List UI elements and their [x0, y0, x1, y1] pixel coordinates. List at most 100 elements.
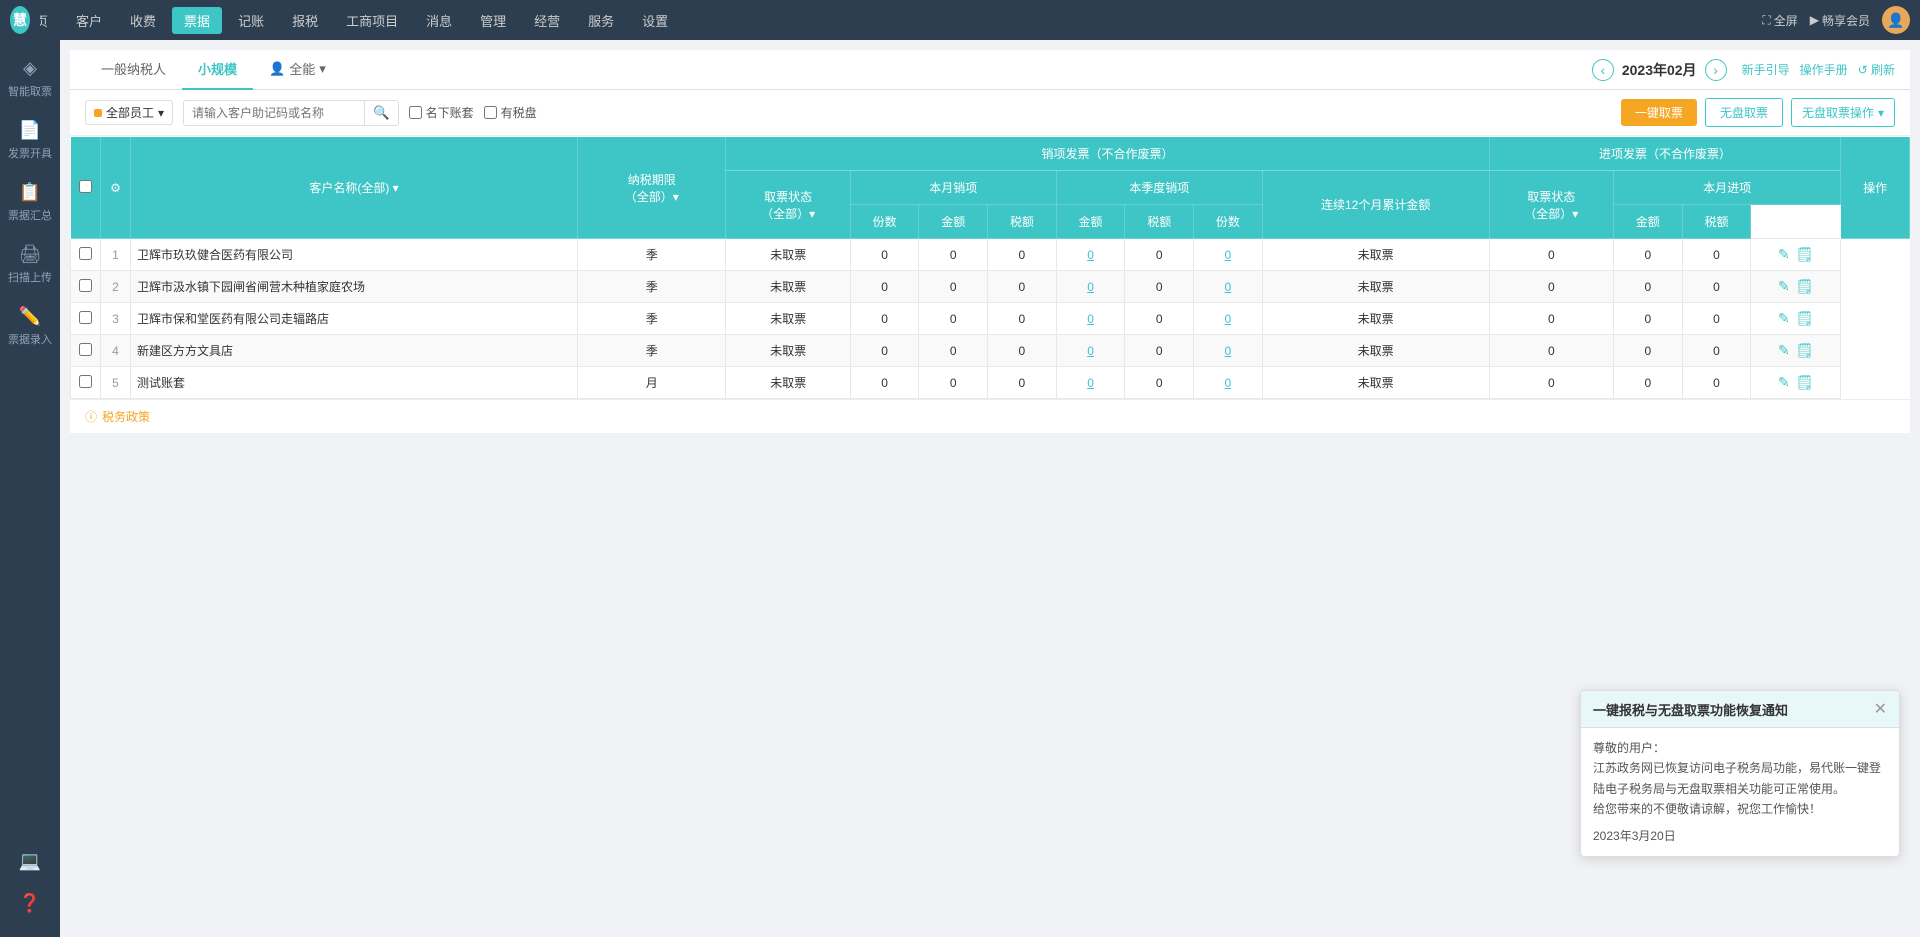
- detail-icon-0[interactable]: 🗒: [1796, 246, 1814, 263]
- nav-item-tax[interactable]: 报税: [280, 7, 330, 34]
- edit-icon-3[interactable]: ✎: [1778, 342, 1790, 359]
- one-key-ticket-button[interactable]: 一键取票: [1621, 99, 1697, 126]
- purchase-status-header[interactable]: 取票状态（全部）▾: [1489, 171, 1613, 239]
- purchase-shares-header: 份数: [1194, 205, 1263, 239]
- row-purchase-tax-3: 0: [1682, 335, 1751, 367]
- row-purchase-tax-2: 0: [1682, 303, 1751, 335]
- customer-name-header[interactable]: 客户名称(全部) ▾: [131, 137, 578, 239]
- this-month-sales-header: 本月销项: [850, 171, 1056, 205]
- edit-icon-4[interactable]: ✎: [1778, 374, 1790, 391]
- row-checkbox-1[interactable]: [71, 271, 101, 303]
- nav-item-customer[interactable]: 客户: [64, 7, 114, 34]
- row-purchase-shares-1: 0: [1489, 271, 1613, 303]
- detail-icon-2[interactable]: 🗒: [1796, 310, 1814, 327]
- row-action-0: ✎ 🗒: [1751, 239, 1841, 271]
- invoice-open-icon: 📄: [19, 120, 41, 141]
- row-purchase-amount-0: 0: [1613, 239, 1682, 271]
- employee-chevron-icon: ▾: [158, 106, 164, 120]
- date-navigator: ‹ 2023年02月 ›: [1592, 59, 1727, 81]
- app-logo[interactable]: 慧: [0, 0, 40, 40]
- nav-item-settings[interactable]: 设置: [630, 7, 680, 34]
- logo-icon: 慧: [10, 6, 30, 34]
- refresh-link[interactable]: ↺ 刷新: [1858, 61, 1895, 78]
- next-month-button[interactable]: ›: [1705, 59, 1727, 81]
- nav-item-accounting[interactable]: 记账: [226, 7, 276, 34]
- sidebar-item-scan-upload[interactable]: 🖨 扫描上传: [4, 236, 56, 293]
- edit-icon-0[interactable]: ✎: [1778, 246, 1790, 263]
- sidebar-item-invoice-summary[interactable]: 📋 票据汇总: [4, 174, 56, 231]
- sidebar: ◈ 智能取票 📄 发票开具 📋 票据汇总 🖨 扫描上传 ✏️ 票据录入 💻 ❓: [0, 40, 60, 937]
- sidebar-item-invoice-open[interactable]: 📄 发票开具: [4, 112, 56, 169]
- vip-button[interactable]: ▶ 畅享会员: [1810, 12, 1870, 29]
- sidebar-help-icon[interactable]: ❓: [15, 885, 45, 922]
- detail-icon-1[interactable]: 🗒: [1796, 278, 1814, 295]
- user-avatar[interactable]: 👤: [1882, 6, 1910, 34]
- nav-item-invoice[interactable]: 票据: [172, 7, 222, 34]
- my-account-checkbox[interactable]: [409, 106, 422, 119]
- row-sales-amount-3: 0: [919, 335, 988, 367]
- select-all-checkbox[interactable]: [79, 180, 92, 193]
- tax-period-header[interactable]: 纳税期限（全部）▾: [578, 137, 726, 239]
- notification-line3: 给您带来的不便敬请谅解，祝您工作愉快！: [1593, 799, 1887, 819]
- edit-icon-1[interactable]: ✎: [1778, 278, 1790, 295]
- has-tax-disk-filter[interactable]: 有税盘: [484, 104, 537, 121]
- sales-status-header[interactable]: 取票状态（全部）▾: [726, 171, 850, 239]
- purchase-invoice-group-header: 进项发票（不合作废票）: [1489, 137, 1841, 171]
- row-checkbox-2[interactable]: [71, 303, 101, 335]
- row-sales-tax-2: 0: [988, 303, 1057, 335]
- new-guide-link[interactable]: 新手引导: [1742, 61, 1790, 78]
- no-disk-ops-button[interactable]: 无盘取票操作 ▾: [1791, 98, 1895, 127]
- row-checkbox-4[interactable]: [71, 367, 101, 399]
- detail-icon-3[interactable]: 🗒: [1796, 342, 1814, 359]
- row-customer-0: 卫辉市玖玖健合医药有限公司: [131, 239, 578, 271]
- my-account-filter[interactable]: 名下账套: [409, 104, 474, 121]
- nav-item-business[interactable]: 工商项目: [334, 7, 410, 34]
- notification-popup: 一键报税与无盘取票功能恢复通知 ✕ 尊敬的用户： 江苏政务网已恢复访问电子税务局…: [1580, 690, 1900, 857]
- this-quarter-sales-header: 本季度销项: [1056, 171, 1262, 205]
- dropdown-chevron-icon: ▾: [1878, 106, 1884, 120]
- nav-item-fees[interactable]: 收费: [118, 7, 168, 34]
- no-disk-ticket-button[interactable]: 无盘取票: [1705, 98, 1783, 127]
- notification-line1: 尊敬的用户：: [1593, 738, 1887, 758]
- sales-shares-header: 份数: [850, 205, 919, 239]
- notification-close-button[interactable]: ✕: [1874, 699, 1887, 719]
- quarter-tax-header: 税额: [1125, 205, 1194, 239]
- search-button[interactable]: 🔍: [364, 101, 398, 125]
- row-sales-amount-1: 0: [919, 271, 988, 303]
- row-quarter-tax-2: 0: [1125, 303, 1194, 335]
- fullscreen-button[interactable]: ⛶ 全屏: [1762, 12, 1797, 29]
- nav-item-message[interactable]: 消息: [414, 7, 464, 34]
- tax-policy-icon: ⓘ: [85, 408, 97, 425]
- row-sales-shares-2: 0: [850, 303, 919, 335]
- sidebar-item-invoice-entry[interactable]: ✏️ 票据录入: [4, 298, 56, 355]
- row-purchase-amount-2: 0: [1613, 303, 1682, 335]
- prev-month-button[interactable]: ‹: [1592, 59, 1614, 81]
- row-checkbox-3[interactable]: [71, 335, 101, 367]
- row-tax-period-2: 季: [578, 303, 726, 335]
- nav-item-service[interactable]: 服务: [576, 7, 626, 34]
- edit-icon-2[interactable]: ✎: [1778, 310, 1790, 327]
- sidebar-download-icon[interactable]: 💻: [15, 843, 45, 880]
- has-tax-disk-checkbox[interactable]: [484, 106, 497, 119]
- search-input[interactable]: [184, 102, 364, 124]
- row-purchase-tax-0: 0: [1682, 239, 1751, 271]
- vip-icon: ▶: [1810, 13, 1819, 27]
- invoice-table: ⚙ 客户名称(全部) ▾ 纳税期限（全部）▾ 销项发票（不合作废票） 进项发票（…: [70, 136, 1910, 399]
- detail-icon-4[interactable]: 🗒: [1796, 374, 1814, 391]
- nav-item-manage[interactable]: 管理: [468, 7, 518, 34]
- row-checkbox-0[interactable]: [71, 239, 101, 271]
- tab-omnipotent[interactable]: 👤 全能 ▾: [253, 49, 342, 90]
- tab-general-taxpayer[interactable]: 一般纳税人: [85, 49, 182, 90]
- row-sales-tax-4: 0: [988, 367, 1057, 399]
- sidebar-item-smart-ticket[interactable]: ◈ 智能取票: [4, 50, 56, 107]
- manual-link[interactable]: 操作手册: [1800, 61, 1848, 78]
- purchase-amount-header: 金额: [1613, 205, 1682, 239]
- row-sales-status-0: 未取票: [726, 239, 850, 271]
- tab-small-scale[interactable]: 小规模: [182, 49, 253, 90]
- tax-policy-link[interactable]: 税务政策: [102, 408, 150, 425]
- row-sales-tax-3: 0: [988, 335, 1057, 367]
- nav-item-operations[interactable]: 经营: [522, 7, 572, 34]
- row-tax-period-3: 季: [578, 335, 726, 367]
- table-row: 3 卫辉市保和堂医药有限公司走辐路店 季 未取票 0 0 0 0 0 0 未取票…: [71, 303, 1910, 335]
- employee-select[interactable]: 全部员工 ▾: [85, 100, 173, 125]
